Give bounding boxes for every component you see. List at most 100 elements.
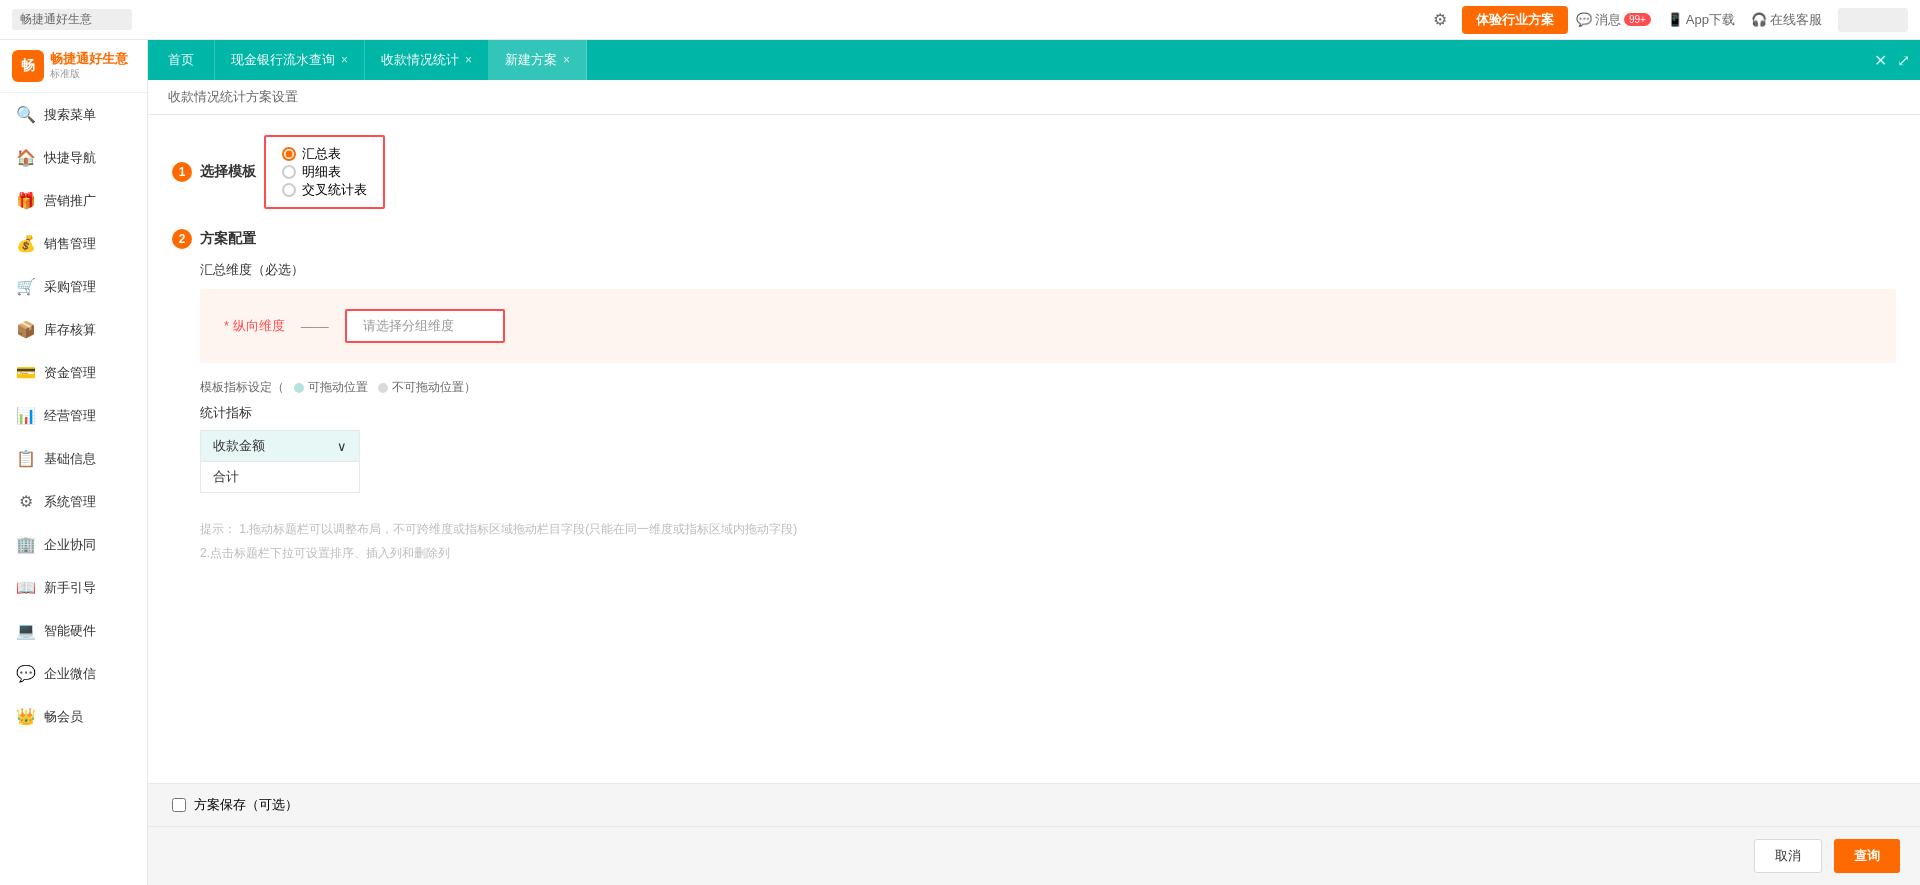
chart-icon: 📊 — [16, 406, 36, 425]
sidebar-item-hardware[interactable]: 💻 智能硬件 — [0, 609, 147, 652]
sidebar-item-guide[interactable]: 📖 新手引导 — [0, 566, 147, 609]
service-link[interactable]: 🎧 在线客服 — [1751, 11, 1822, 29]
dimension-row: * 纵向维度 —— 请选择分组维度 — [224, 309, 1872, 343]
stats-label: 统计指标 — [200, 404, 1896, 422]
gift-icon: 🎁 — [16, 191, 36, 210]
radio-cross-circle — [282, 183, 296, 197]
section1-num: 1 — [172, 162, 192, 182]
section2-title: 方案配置 — [200, 230, 256, 248]
money-icon: 💰 — [16, 234, 36, 253]
trial-button[interactable]: 体验行业方案 — [1462, 6, 1568, 34]
tab-close-new[interactable]: × — [563, 53, 570, 67]
radio-summary-circle — [282, 147, 296, 161]
home-icon: 🏠 — [16, 148, 36, 167]
tips-line1: 提示： 1.拖动标题栏可以调整布局，不可跨维度或指标区域拖动栏目字段(只能在同一… — [200, 517, 1896, 541]
tab-close-window-icon[interactable]: ✕ — [1874, 51, 1887, 70]
tab-home[interactable]: 首页 — [148, 40, 215, 80]
sidebar-item-quick-nav[interactable]: 🏠 快捷导航 — [0, 136, 147, 179]
draggable-indicator: 可拖动位置 — [294, 379, 368, 396]
tips-area: 提示： 1.拖动标题栏可以调整布局，不可跨维度或指标区域拖动栏目字段(只能在同一… — [200, 517, 1896, 565]
cart-icon: 🛒 — [16, 277, 36, 296]
clipboard-icon: 📋 — [16, 449, 36, 468]
section2-content: 汇总维度（必选） * 纵向维度 —— 请选择分组维度 — [172, 261, 1896, 565]
radio-cross[interactable]: 交叉统计表 — [282, 181, 367, 199]
sidebar-item-sales[interactable]: 💰 销售管理 — [0, 222, 147, 265]
dimension-section-label: 汇总维度（必选） — [200, 261, 1896, 279]
breadcrumb: 收款情况统计方案设置 — [168, 89, 298, 104]
page-content: 收款情况统计方案设置 1 选择模板 汇总表 — [148, 80, 1920, 826]
tips-line2: 2.点击标题栏下拉可设置排序、插入列和删除列 — [200, 541, 1896, 565]
breadcrumb-bar: 收款情况统计方案设置 — [148, 80, 1920, 115]
tab-close-bank[interactable]: × — [341, 53, 348, 67]
metrics-label-text: 模板指标设定（ — [200, 379, 284, 396]
laptop-icon: 💻 — [16, 621, 36, 640]
logo-text: 畅捷通好生意 — [12, 9, 132, 30]
sidebar-item-marketing[interactable]: 🎁 营销推广 — [0, 179, 147, 222]
metrics-table-header[interactable]: 收款金额 ∨ — [201, 431, 359, 462]
section2-num: 2 — [172, 229, 192, 249]
save-option-label: 方案保存（可选） — [194, 796, 298, 814]
section1-header: 1 选择模板 汇总表 明细表 — [172, 135, 1896, 209]
main-layout: 畅 畅捷通好生意 标准版 🔍 搜索菜单 🏠 快捷导航 🎁 营销推广 💰 销售管理… — [0, 40, 1920, 885]
metrics-label-row: 模板指标设定（ 可拖动位置 不可拖动位置） — [200, 379, 1896, 396]
message-badge: 99+ — [1624, 13, 1651, 26]
box-icon: 📦 — [16, 320, 36, 339]
sidebar-item-finance[interactable]: 💳 资金管理 — [0, 351, 147, 394]
tab-close-payment[interactable]: × — [465, 53, 472, 67]
sidebar-item-member[interactable]: 👑 畅会员 — [0, 695, 147, 738]
tab-bar: 首页 现金银行流水查询 × 收款情况统计 × 新建方案 × ✕ ⤢ — [148, 40, 1920, 80]
drag-dot-grey — [378, 383, 388, 393]
save-checkbox[interactable] — [172, 798, 186, 812]
brand-area: 畅 畅捷通好生意 标准版 — [0, 40, 147, 93]
card-icon: 💳 — [16, 363, 36, 382]
vertical-dim-label: * 纵向维度 — [224, 317, 285, 335]
metrics-section: 统计指标 收款金额 ∨ 合计 — [200, 404, 1896, 493]
tab-expand-icon[interactable]: ⤢ — [1897, 51, 1910, 70]
dimension-area: * 纵向维度 —— 请选择分组维度 — [200, 289, 1896, 363]
sidebar-item-basic-info[interactable]: 📋 基础信息 — [0, 437, 147, 480]
gear-icon[interactable]: ⚙ — [1426, 6, 1454, 34]
dimension-select[interactable]: 请选择分组维度 — [345, 309, 505, 343]
crown-icon: 👑 — [16, 707, 36, 726]
tab-payment-stats[interactable]: 收款情况统计 × — [365, 40, 489, 80]
search-menu-icon: 🔍 — [16, 105, 36, 124]
top-bar-right: 💬 消息 99+ 📱 App下载 🎧 在线客服 — [1576, 8, 1908, 32]
metrics-table-subtotal: 合计 — [201, 462, 359, 492]
sidebar-item-wechat[interactable]: 💬 企业微信 — [0, 652, 147, 695]
gear-sidebar-icon: ⚙ — [16, 492, 36, 511]
messages-link[interactable]: 💬 消息 99+ — [1576, 11, 1651, 29]
drag-dot-teal — [294, 383, 304, 393]
save-option-bar: 方案保存（可选） — [148, 783, 1920, 826]
tab-bank-flow[interactable]: 现金银行流水查询 × — [215, 40, 365, 80]
sidebar-item-purchase[interactable]: 🛒 采购管理 — [0, 265, 147, 308]
query-button[interactable]: 查询 — [1834, 839, 1900, 873]
sidebar-item-inventory[interactable]: 📦 库存核算 — [0, 308, 147, 351]
chat-icon: 💬 — [16, 664, 36, 683]
metrics-table: 收款金额 ∨ 合计 — [200, 430, 360, 493]
col-dropdown-icon[interactable]: ∨ — [337, 439, 347, 454]
user-avatar[interactable] — [1838, 8, 1908, 32]
section2: 2 方案配置 汇总维度（必选） * 纵向维度 —— 请选择分组维度 — [172, 229, 1896, 565]
template-radio-group: 汇总表 明细表 交叉统计表 — [282, 145, 367, 199]
download-link[interactable]: 📱 App下载 — [1667, 11, 1735, 29]
tab-new-plan[interactable]: 新建方案 × — [489, 40, 587, 80]
book-icon: 📖 — [16, 578, 36, 597]
cancel-button[interactable]: 取消 — [1754, 839, 1822, 873]
radio-detail[interactable]: 明细表 — [282, 163, 367, 181]
footer-bar: 取消 查询 — [148, 826, 1920, 885]
template-wrapper: 汇总表 明细表 交叉统计表 — [264, 135, 385, 209]
tab-bar-end: ✕ ⤢ — [1864, 40, 1920, 80]
section2-header: 2 方案配置 — [172, 229, 1896, 249]
sidebar-item-search-menu[interactable]: 🔍 搜索菜单 — [0, 93, 147, 136]
section1-title: 选择模板 — [200, 163, 256, 181]
content-area: 首页 现金银行流水查询 × 收款情况统计 × 新建方案 × ✕ ⤢ — [148, 40, 1920, 885]
brand-edition: 标准版 — [50, 67, 128, 81]
brand-name: 畅捷通好生意 — [50, 51, 128, 67]
sidebar-item-system[interactable]: ⚙ 系统管理 — [0, 480, 147, 523]
dimension-arrow: —— — [301, 318, 329, 334]
sidebar-item-enterprise[interactable]: 🏢 企业协同 — [0, 523, 147, 566]
brand-icon: 畅 — [12, 50, 44, 82]
sidebar-item-operations[interactable]: 📊 经营管理 — [0, 394, 147, 437]
radio-summary[interactable]: 汇总表 — [282, 145, 367, 163]
form-area: 1 选择模板 汇总表 明细表 — [148, 115, 1920, 783]
